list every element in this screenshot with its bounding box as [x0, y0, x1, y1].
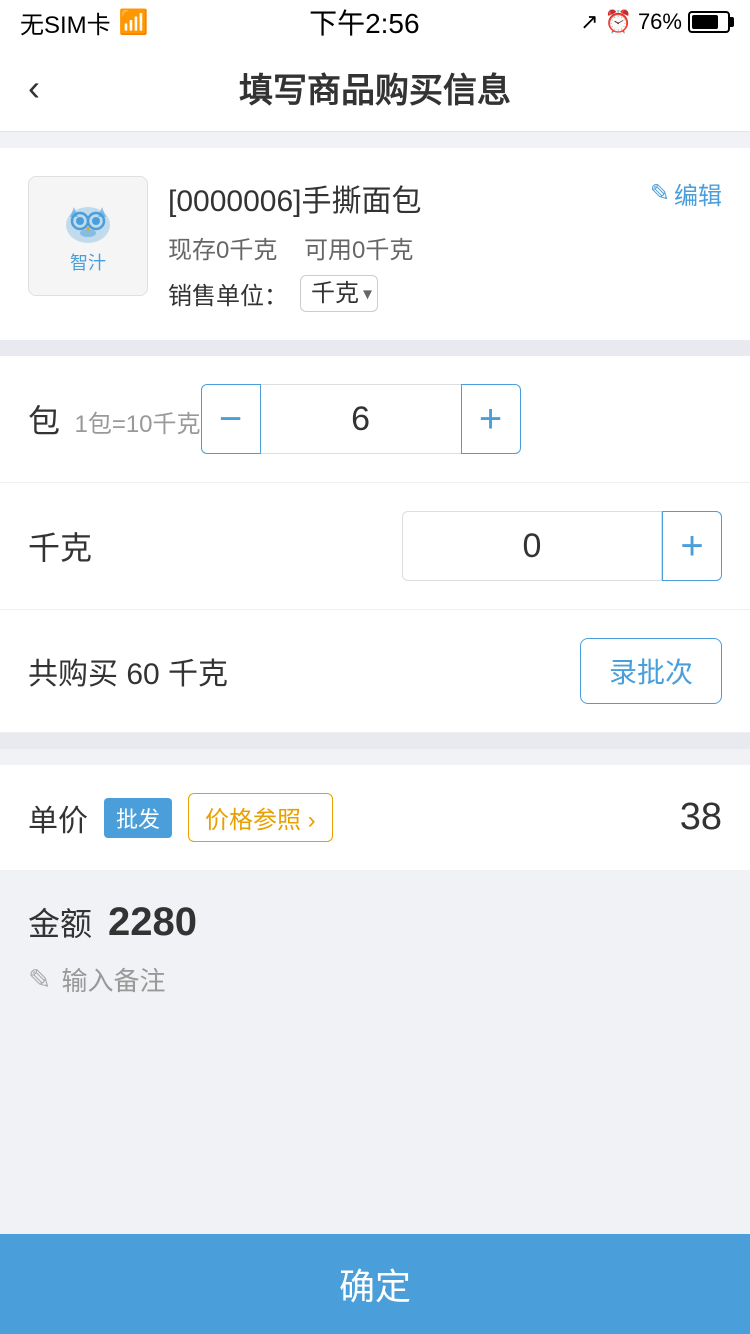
- price-ref-button[interactable]: 价格参照 ›: [188, 793, 333, 842]
- battery-percent: 76%: [638, 9, 682, 35]
- confirm-button[interactable]: 确定: [0, 1234, 750, 1334]
- price-section: 单价 批发 价格参照 › 38: [0, 765, 750, 871]
- status-left: 无SIM卡 📶: [20, 5, 149, 40]
- bao-input-section: 包 1包=10千克 − + 千克 + 共购买 60 千克 录批次: [0, 356, 750, 733]
- divider-2: [0, 733, 750, 749]
- bao-input-row: 包 1包=10千克 − +: [0, 356, 750, 483]
- product-thumbnail: 智汁: [28, 176, 148, 296]
- wifi-icon: 📶: [119, 8, 149, 37]
- unit-select-wrapper[interactable]: 千克 包: [300, 275, 378, 312]
- status-time: 下午2:56: [309, 2, 420, 42]
- note-icon: ✎: [28, 963, 51, 996]
- product-card: 智汁 [0000006]手撕面包 现存0千克 可用0千克 销售单位： 千克 包 …: [0, 148, 750, 340]
- total-row: 共购买 60 千克 录批次: [0, 610, 750, 733]
- total-label: 共购买 60 千克: [28, 649, 228, 693]
- divider-1: [0, 340, 750, 356]
- bao-increment-button[interactable]: +: [461, 384, 521, 454]
- price-tag: 批发: [104, 798, 172, 838]
- status-bar: 无SIM卡 📶 下午2:56 ↗ ⏰ 76%: [0, 0, 750, 44]
- page-title: 填写商品购买信息: [239, 63, 511, 112]
- nav-bar: ‹ 填写商品购买信息: [0, 44, 750, 132]
- status-right: ↗ ⏰ 76%: [580, 9, 730, 35]
- note-placeholder: 输入备注: [61, 961, 165, 998]
- price-label: 单价: [28, 796, 88, 840]
- product-info: [0000006]手撕面包 现存0千克 可用0千克 销售单位： 千克 包: [168, 176, 722, 312]
- bao-sublabel: 1包=10千克: [74, 411, 200, 438]
- amount-label: 金额: [28, 899, 92, 945]
- carrier-label: 无SIM卡: [20, 5, 111, 40]
- battery-icon: [688, 11, 730, 33]
- batch-button[interactable]: 录批次: [580, 638, 722, 704]
- product-logo: 智汁: [58, 197, 118, 275]
- amount-row: 金额 2280: [28, 899, 722, 945]
- location-icon: ↗: [580, 9, 598, 35]
- bao-qty-input[interactable]: [261, 384, 461, 454]
- kg-label: 千克: [28, 523, 402, 569]
- product-name: [0000006]手撕面包: [168, 176, 722, 220]
- amount-value: 2280: [108, 900, 197, 945]
- note-row[interactable]: ✎ 输入备注: [28, 961, 722, 998]
- kg-input-row: 千克 +: [0, 483, 750, 610]
- confirm-label: 确定: [339, 1258, 411, 1310]
- kg-increment-button[interactable]: +: [662, 511, 722, 581]
- bao-label: 包: [28, 403, 60, 439]
- edit-icon: ✎: [650, 179, 670, 208]
- bao-decrement-button[interactable]: −: [201, 384, 261, 454]
- bao-label-group: 包 1包=10千克: [28, 396, 201, 442]
- edit-button[interactable]: ✎ 编辑: [650, 176, 722, 211]
- alarm-icon: ⏰: [605, 9, 632, 35]
- kg-qty-input[interactable]: [402, 511, 662, 581]
- product-stock: 现存0千克 可用0千克: [168, 230, 722, 265]
- product-unit-row: 销售单位： 千克 包: [168, 275, 722, 312]
- unit-select[interactable]: 千克 包: [300, 275, 378, 312]
- kg-qty-control: +: [402, 511, 722, 581]
- price-value: 38: [680, 796, 722, 839]
- bao-qty-control: − +: [201, 384, 521, 454]
- amount-section: 金额 2280 ✎ 输入备注: [0, 871, 750, 1014]
- back-button[interactable]: ‹: [28, 67, 40, 109]
